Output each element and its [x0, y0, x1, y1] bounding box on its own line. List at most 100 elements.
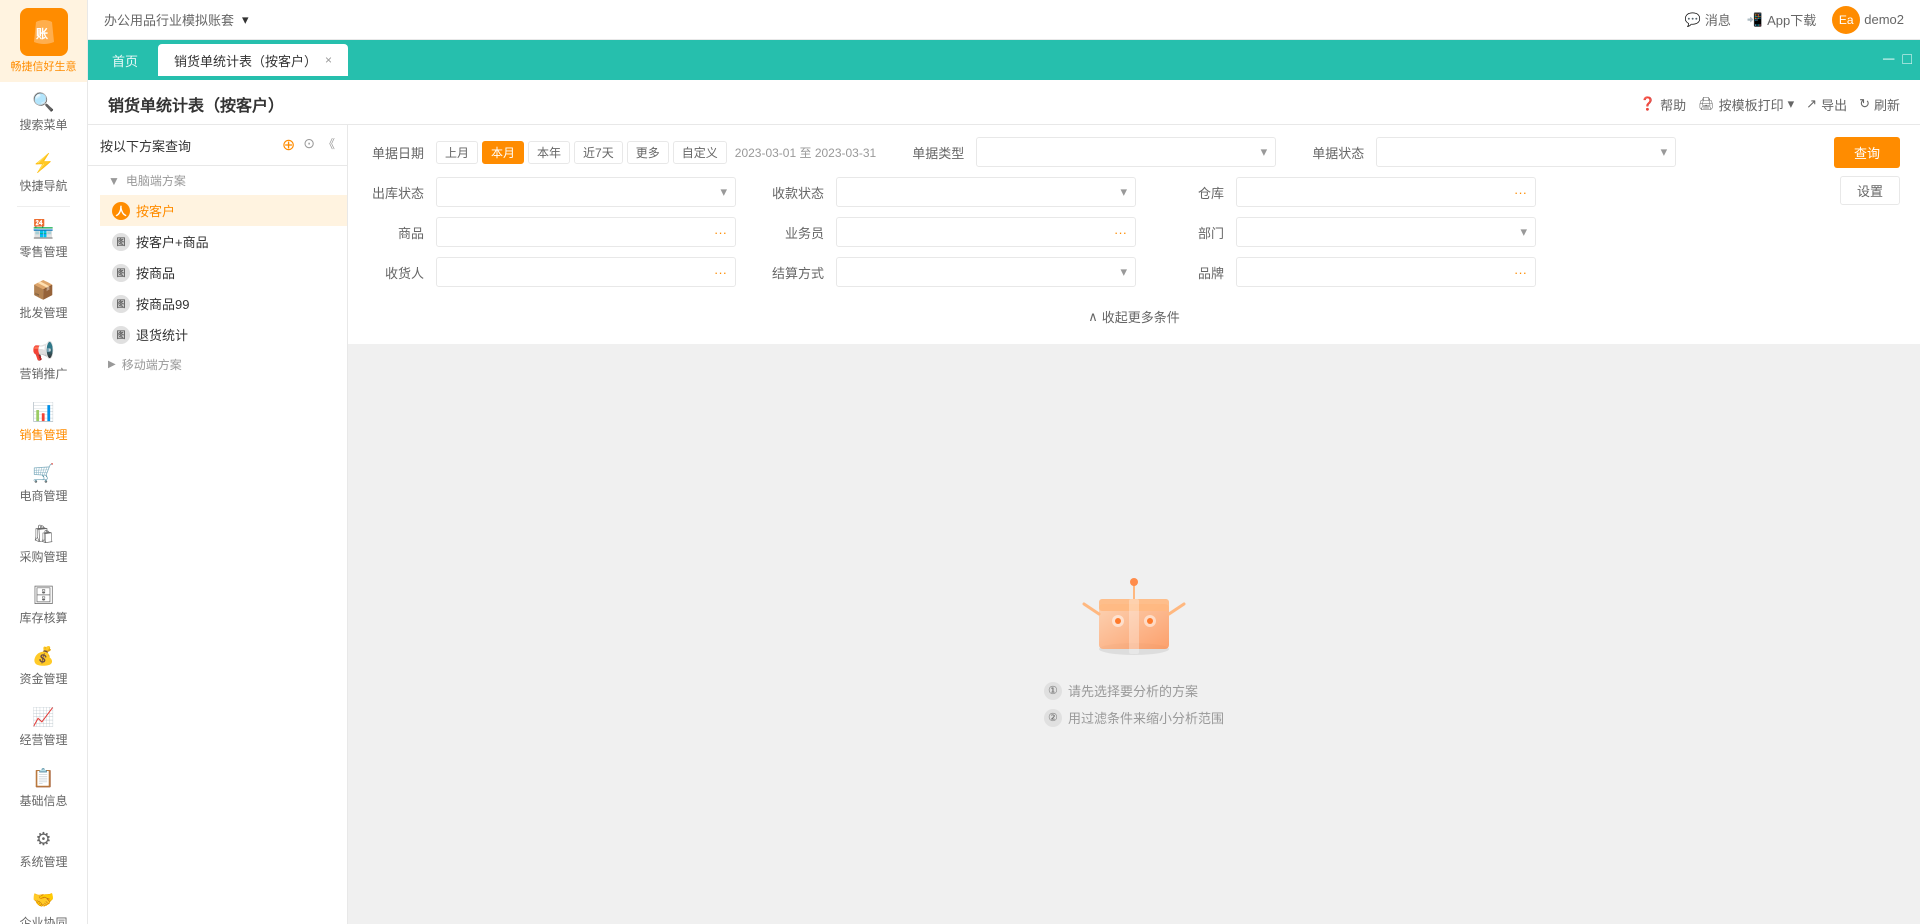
- sidebar-item-enterprise[interactable]: 🤝 企业协同: [0, 880, 87, 924]
- scheme-item-customer[interactable]: 人 按客户: [100, 195, 347, 226]
- user-profile[interactable]: Ea demo2: [1832, 6, 1904, 34]
- order-type-select[interactable]: ▾: [976, 137, 1276, 167]
- sidebar-item-sales[interactable]: 📊 销售管理: [0, 392, 87, 453]
- retail-icon: 🏪: [32, 219, 54, 240]
- sidebar-item-shortcut-label: 快捷导航: [19, 177, 67, 194]
- date-buttons-group: 上月 本月 本年 近7天 更多 自定义 2023-03-01 至 2023-03…: [436, 141, 876, 164]
- query-button[interactable]: 查询: [1834, 137, 1900, 168]
- empty-state-area: ① 请先选择要分析的方案 ② 用过滤条件来缩小分析范围: [348, 352, 1920, 924]
- date-btn-this-month[interactable]: 本月: [482, 141, 524, 164]
- print-button[interactable]: 🖨 按模板打印 ▾: [1698, 95, 1794, 114]
- window-maximize-button[interactable]: □: [1902, 51, 1912, 69]
- outbound-select[interactable]: ▾: [436, 177, 736, 207]
- tab-sales-stats[interactable]: 销货单统计表（按客户） ×: [158, 44, 348, 76]
- sidebar-item-finance[interactable]: 💰 资金管理: [0, 636, 87, 697]
- date-btn-last-7days[interactable]: 近7天: [574, 141, 623, 164]
- brand-input[interactable]: ···: [1236, 257, 1536, 287]
- receiver-input[interactable]: ···: [436, 257, 736, 287]
- sidebar-item-purchase[interactable]: 🛍 采购管理: [0, 514, 87, 575]
- dept-select[interactable]: ▾: [1236, 217, 1536, 247]
- scheme-item-return-stats[interactable]: 图 退货统计: [100, 319, 347, 350]
- sidebar-item-basic-info[interactable]: 📋 基础信息: [0, 758, 87, 819]
- app-download-icon: 📲: [1747, 12, 1763, 28]
- avatar-text: Ea: [1839, 13, 1854, 27]
- topbar-dropdown[interactable]: ▾: [242, 12, 249, 28]
- dept-dropdown-icon: ▾: [1520, 224, 1527, 240]
- sidebar-item-search[interactable]: 🔍 搜索菜单: [0, 82, 87, 143]
- refresh-icon: ↻: [1859, 96, 1870, 112]
- scheme-customer-goods-icon: 图: [112, 233, 130, 251]
- topbar-title: 办公用品行业模拟账套: [104, 10, 234, 29]
- scheme-item-customer-goods[interactable]: 图 按客户+商品: [100, 226, 347, 257]
- order-type-dropdown-icon: ▾: [1261, 144, 1268, 160]
- sidebar-item-management-label: 经营管理: [19, 731, 67, 748]
- expand-desktop-icon[interactable]: ▼: [108, 174, 120, 188]
- hint-text-1: 请先选择要分析的方案: [1068, 681, 1198, 700]
- help-icon: ❓: [1640, 96, 1656, 112]
- date-btn-more[interactable]: 更多: [627, 141, 669, 164]
- goods-dots: ···: [714, 225, 727, 240]
- date-btn-last-month[interactable]: 上月: [436, 141, 478, 164]
- sidebar-item-ecommerce[interactable]: 🛒 电商管理: [0, 453, 87, 514]
- sidebar-item-management[interactable]: 📈 经营管理: [0, 697, 87, 758]
- payment-dropdown-icon: ▾: [1120, 184, 1127, 200]
- add-scheme-button[interactable]: ⊕: [282, 135, 295, 155]
- print-dropdown-icon: ▾: [1788, 96, 1795, 112]
- settlement-label: 结算方式: [768, 263, 824, 282]
- payment-select[interactable]: ▾: [836, 177, 1136, 207]
- edit-scheme-button[interactable]: ⊙: [303, 135, 315, 155]
- salesperson-input[interactable]: ···: [836, 217, 1136, 247]
- empty-hint-2: ② 用过滤条件来缩小分析范围: [1044, 708, 1224, 727]
- sidebar-item-marketing[interactable]: 📢 营销推广: [0, 331, 87, 392]
- svg-text:账: 账: [36, 27, 48, 41]
- scheme-goods-label: 按商品: [136, 263, 175, 282]
- scheme-goods99-label: 按商品99: [136, 294, 189, 313]
- scheme-return-stats-icon: 图: [112, 326, 130, 344]
- print-icon: 🖨: [1698, 96, 1715, 112]
- outbound-label: 出库状态: [368, 183, 424, 202]
- workspace-container: 按以下方案查询 ⊕ ⊙ 《 ▼ 电脑端方案 人 按客户: [88, 125, 1920, 924]
- scheme-item-goods[interactable]: 图 按商品: [100, 257, 347, 288]
- logo-icon: 账: [20, 8, 68, 56]
- sidebar-item-system[interactable]: ⚙ 系统管理: [0, 819, 87, 880]
- sidebar-item-retail[interactable]: 🏪 零售管理: [0, 209, 87, 270]
- tab-close-icon[interactable]: ×: [325, 53, 332, 67]
- tab-window-actions: ─ □: [1883, 51, 1912, 69]
- sidebar-item-wholesale[interactable]: 📦 批发管理: [0, 270, 87, 331]
- help-button[interactable]: ❓ 帮助: [1640, 95, 1686, 114]
- export-button[interactable]: ↗ 导出: [1806, 95, 1847, 114]
- scheme-item-goods99[interactable]: 图 按商品99: [100, 288, 347, 319]
- sidebar-item-inventory[interactable]: 🗄 库存核算: [0, 575, 87, 636]
- shortcut-icon: ⚡: [32, 153, 54, 174]
- system-icon: ⚙: [35, 829, 51, 850]
- tab-home[interactable]: 首页: [96, 44, 154, 76]
- order-state-select[interactable]: ▾: [1376, 137, 1676, 167]
- mobile-section[interactable]: ▶ 移动端方案: [88, 350, 347, 379]
- settings-button[interactable]: 设置: [1840, 176, 1900, 205]
- order-state-dropdown-icon: ▾: [1661, 144, 1668, 160]
- tree-desktop-section: ▼ 电脑端方案: [88, 166, 347, 195]
- date-btn-custom[interactable]: 自定义: [673, 141, 727, 164]
- payment-label: 收款状态: [768, 183, 824, 202]
- sidebar-item-shortcut[interactable]: ⚡ 快捷导航: [0, 143, 87, 204]
- settlement-select[interactable]: ▾: [836, 257, 1136, 287]
- date-btn-this-year[interactable]: 本年: [528, 141, 570, 164]
- content-area: 销货单统计表（按客户） ❓ 帮助 🖨 按模板打印 ▾ ↗ 导出 ↻ 刷新: [88, 80, 1920, 924]
- goods-input[interactable]: ···: [436, 217, 736, 247]
- warehouse-dots: ···: [1514, 185, 1527, 200]
- sidebar-nav: 🔍 搜索菜单 ⚡ 快捷导航 🏪 零售管理 📦 批发管理 📢 营销推广 📊 销售管…: [0, 82, 87, 924]
- warehouse-input[interactable]: ···: [1236, 177, 1536, 207]
- scheme-customer-label: 按客户: [136, 201, 175, 220]
- message-button[interactable]: 💬 消息: [1685, 10, 1731, 29]
- main-area: 办公用品行业模拟账套 ▾ 💬 消息 📲 App下载 Ea demo2: [88, 0, 1920, 924]
- empty-state: ① 请先选择要分析的方案 ② 用过滤条件来缩小分析范围: [1044, 549, 1224, 727]
- sidebar-item-inventory-label: 库存核算: [19, 609, 67, 626]
- app-download-button[interactable]: 📲 App下载: [1747, 10, 1816, 29]
- empty-hint-1: ① 请先选择要分析的方案: [1044, 681, 1224, 700]
- refresh-label: 刷新: [1874, 95, 1900, 114]
- window-minimize-button[interactable]: ─: [1883, 51, 1894, 69]
- scheme-goods-icon: 图: [112, 264, 130, 282]
- collapse-filters-button[interactable]: ∧ 收起更多条件: [1072, 301, 1196, 332]
- collapse-panel-button[interactable]: 《: [323, 135, 335, 155]
- refresh-button[interactable]: ↻ 刷新: [1859, 95, 1900, 114]
